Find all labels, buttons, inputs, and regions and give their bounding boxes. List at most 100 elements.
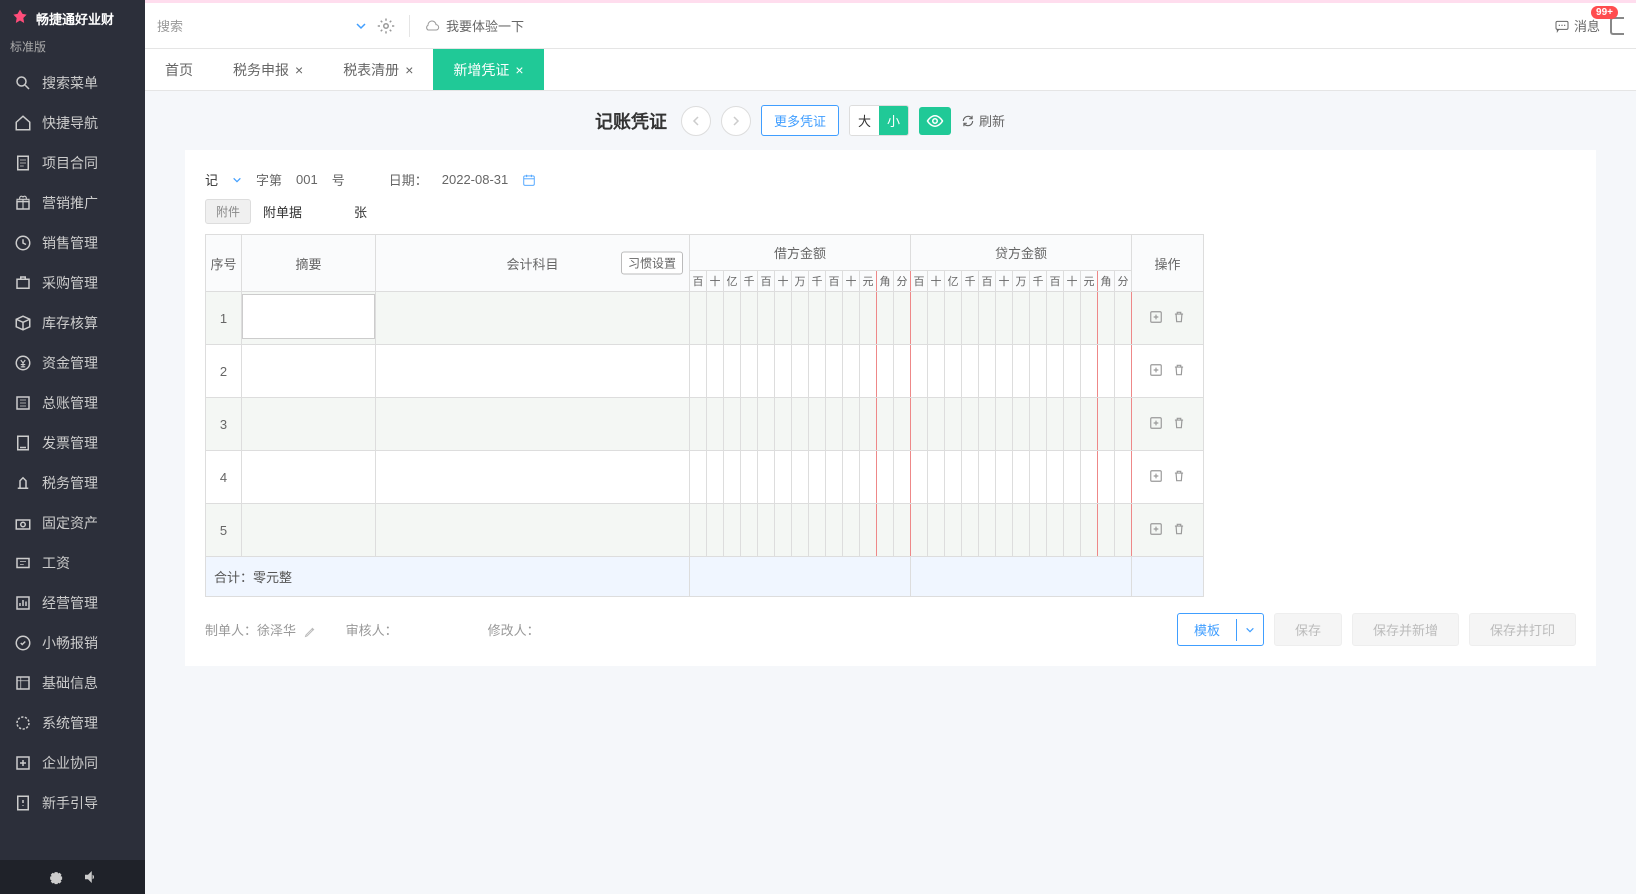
subject-cell[interactable] — [376, 345, 690, 398]
auditor: 审核人： — [346, 620, 398, 639]
delete-row-icon[interactable] — [1172, 310, 1186, 324]
total-debit — [690, 557, 911, 597]
delete-row-icon[interactable] — [1172, 522, 1186, 536]
close-icon[interactable]: × — [405, 62, 413, 78]
messages-button[interactable]: 消息 99+ — [1554, 16, 1600, 35]
info-icon — [14, 674, 32, 692]
save-button[interactable]: 保存 — [1274, 613, 1342, 646]
sidebar-item-info[interactable]: 基础信息 — [0, 663, 145, 703]
save-print-button[interactable]: 保存并打印 — [1469, 613, 1576, 646]
sidebar-item-guide[interactable]: 新手引导 — [0, 783, 145, 823]
report-icon — [14, 634, 32, 652]
home-icon — [14, 114, 32, 132]
ledger-icon — [14, 394, 32, 412]
subject-cell[interactable] — [376, 292, 690, 345]
try-it-link[interactable]: 我要体验一下 — [424, 16, 524, 35]
tabs: 首页税务申报×税表清册×新增凭证× — [145, 49, 1636, 91]
tab[interactable]: 新增凭证× — [433, 49, 543, 90]
template-button[interactable]: 模板 — [1177, 613, 1264, 646]
tab[interactable]: 首页 — [145, 49, 213, 90]
sidebar-item-cart-out[interactable]: 销售管理 — [0, 223, 145, 263]
col-debit: 借方金额 — [690, 235, 911, 271]
tab[interactable]: 税表清册× — [323, 49, 433, 90]
table-row: 5 — [206, 504, 1204, 557]
sidebar-item-doc[interactable]: 项目合同 — [0, 143, 145, 183]
collab-icon — [14, 754, 32, 772]
add-row-icon[interactable] — [1149, 469, 1163, 483]
eye-icon — [926, 112, 944, 130]
size-small[interactable]: 小 — [879, 106, 908, 135]
calendar-icon[interactable] — [522, 173, 536, 187]
sidebar-item-gift[interactable]: 营销推广 — [0, 183, 145, 223]
size-big[interactable]: 大 — [850, 106, 879, 135]
sidebar-item-collab[interactable]: 企业协同 — [0, 743, 145, 783]
sidebar-item-search[interactable]: 搜索菜单 — [0, 63, 145, 103]
sidebar-item-home[interactable]: 快捷导航 — [0, 103, 145, 143]
sidebar-item-salary[interactable]: 工资 — [0, 543, 145, 583]
refresh-button[interactable]: 刷新 — [961, 111, 1005, 130]
sidebar: 畅捷通好业财 标准版 搜索菜单快捷导航项目合同营销推广销售管理采购管理库存核算资… — [0, 0, 145, 894]
tab[interactable]: 税务申报× — [213, 49, 323, 90]
add-row-icon[interactable] — [1149, 416, 1163, 430]
sidebar-item-system[interactable]: 系统管理 — [0, 703, 145, 743]
asset-icon — [14, 514, 32, 532]
close-icon[interactable]: × — [515, 62, 523, 78]
sound-icon[interactable] — [82, 868, 100, 886]
add-row-icon[interactable] — [1149, 310, 1163, 324]
voucher-type-dropdown[interactable] — [232, 175, 242, 185]
sidebar-item-box[interactable]: 库存核算 — [0, 303, 145, 343]
chevron-down-icon[interactable] — [1236, 619, 1263, 641]
close-icon[interactable]: × — [295, 62, 303, 78]
sidebar-item-chart[interactable]: 经营管理 — [0, 583, 145, 623]
row-seq: 5 — [206, 504, 242, 557]
doc-icon — [14, 154, 32, 172]
sidebar-item-tax[interactable]: 税务管理 — [0, 463, 145, 503]
delete-row-icon[interactable] — [1172, 469, 1186, 483]
sidebar-item-ledger[interactable]: 总账管理 — [0, 383, 145, 423]
attach-button[interactable]: 附件 — [205, 199, 251, 224]
cart-in-icon — [14, 274, 32, 292]
next-button[interactable] — [721, 106, 751, 136]
add-row-icon[interactable] — [1149, 522, 1163, 536]
delete-row-icon[interactable] — [1172, 416, 1186, 430]
more-vouchers-button[interactable]: 更多凭证 — [761, 105, 839, 136]
panel-icon[interactable] — [1610, 17, 1624, 35]
save-new-button[interactable]: 保存并新增 — [1352, 613, 1459, 646]
app-name: 畅捷通好业财 — [36, 9, 114, 28]
table-row: 4 — [206, 451, 1204, 504]
summary-cell[interactable] — [242, 451, 376, 504]
delete-row-icon[interactable] — [1172, 363, 1186, 377]
col-summary: 摘要 — [242, 235, 376, 292]
sidebar-item-invoice[interactable]: 发票管理 — [0, 423, 145, 463]
summary-input[interactable] — [242, 294, 375, 339]
prev-button[interactable] — [681, 106, 711, 136]
voucher-number[interactable]: 001 — [296, 172, 318, 187]
subject-cell[interactable] — [376, 451, 690, 504]
gift-icon — [14, 194, 32, 212]
refresh-icon — [961, 114, 975, 128]
gear-icon[interactable] — [377, 17, 395, 35]
subject-cell[interactable] — [376, 504, 690, 557]
subject-cell[interactable] — [376, 398, 690, 451]
summary-cell[interactable] — [242, 398, 376, 451]
summary-cell[interactable] — [242, 345, 376, 398]
sidebar-item-report[interactable]: 小畅报销 — [0, 623, 145, 663]
settings-icon[interactable] — [46, 868, 64, 886]
sidebar-item-money[interactable]: 资金管理 — [0, 343, 145, 383]
preview-button[interactable] — [919, 107, 951, 135]
sidebar-item-asset[interactable]: 固定资产 — [0, 503, 145, 543]
guide-icon — [14, 794, 32, 812]
money-icon — [14, 354, 32, 372]
col-seq: 序号 — [206, 235, 242, 292]
voucher-date[interactable]: 2022-08-31 — [442, 172, 509, 187]
edition-label: 标准版 — [0, 36, 145, 63]
sidebar-item-cart-in[interactable]: 采购管理 — [0, 263, 145, 303]
edit-icon[interactable] — [304, 626, 316, 638]
search-dropdown[interactable]: 搜索 — [157, 16, 367, 35]
message-badge: 99+ — [1591, 6, 1618, 19]
logo-icon — [10, 8, 30, 28]
add-row-icon[interactable] — [1149, 363, 1163, 377]
voucher-type[interactable]: 记 — [205, 170, 218, 189]
habit-settings-button[interactable]: 习惯设置 — [621, 252, 683, 275]
summary-cell[interactable] — [242, 504, 376, 557]
